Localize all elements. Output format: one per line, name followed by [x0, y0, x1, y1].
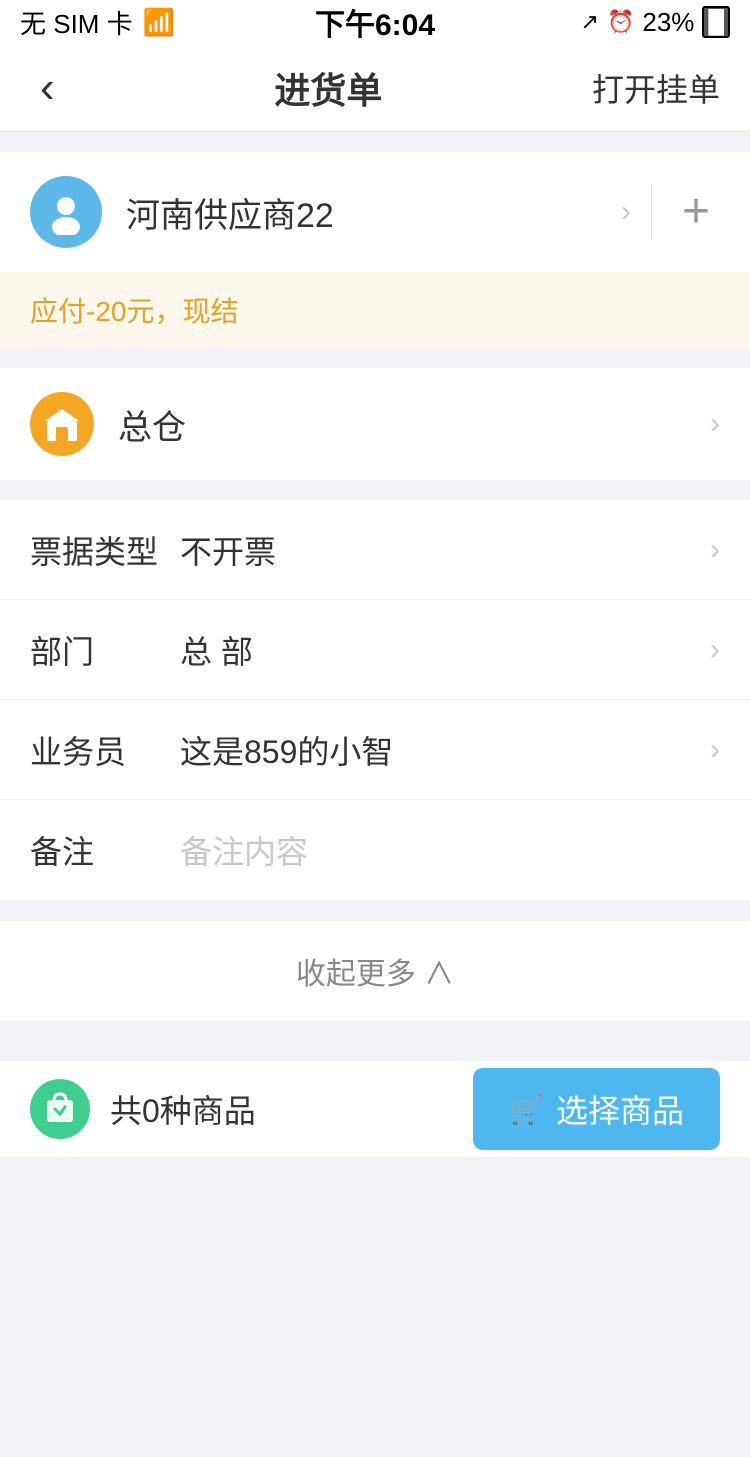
warehouse-row[interactable]: 总仓 › [0, 368, 750, 480]
warehouse-chevron-icon: › [710, 407, 720, 441]
invoice-type-row[interactable]: 票据类型 不开票 › [0, 500, 750, 600]
battery-icon: █ [702, 6, 730, 38]
form-section: 票据类型 不开票 › 部门 总 部 › 业务员 这是859的小智 › 备注 备注… [0, 500, 750, 900]
add-supplier-button[interactable]: + [672, 188, 720, 236]
supplier-section: 河南供应商22 › + 应付-20元，现结 [0, 152, 750, 348]
department-row[interactable]: 部门 总 部 › [0, 600, 750, 700]
remark-row[interactable]: 备注 备注内容 [0, 800, 750, 900]
page-title: 进货单 [274, 62, 382, 114]
salesperson-row[interactable]: 业务员 这是859的小智 › [0, 700, 750, 800]
product-count: 共0种商品 [110, 1086, 473, 1132]
salesperson-chevron-icon: › [710, 733, 720, 767]
remark-value: 备注内容 [170, 827, 720, 873]
select-product-label: 选择商品 [556, 1086, 684, 1132]
nav-bar: ‹ 进货单 打开挂单 [0, 44, 750, 132]
invoice-type-value: 不开票 [170, 527, 700, 573]
supplier-avatar [30, 176, 102, 248]
select-product-button[interactable]: 🛒 选择商品 [473, 1068, 720, 1150]
warehouse-icon [30, 392, 94, 456]
warehouse-name: 总仓 [118, 400, 700, 449]
supplier-chevron-icon: › [621, 195, 631, 229]
department-value: 总 部 [170, 627, 700, 673]
notice-banner: 应付-20元，现结 [0, 272, 750, 348]
department-chevron-icon: › [710, 633, 720, 667]
battery-text: 23% [642, 7, 694, 38]
supplier-row[interactable]: 河南供应商22 › + [0, 152, 750, 272]
salesperson-label: 业务员 [30, 727, 170, 773]
open-pending-button[interactable]: 打开挂单 [592, 65, 720, 111]
gap-3 [0, 1021, 750, 1041]
gps-icon: ↗ [581, 9, 599, 35]
product-icon [30, 1079, 90, 1139]
divider [651, 184, 652, 240]
alarm-icon: ⏰ [607, 9, 634, 35]
background-fill [0, 1157, 750, 1457]
gap-1 [0, 132, 750, 152]
collapse-button[interactable]: 收起更多 ∧ [0, 920, 750, 1021]
bottom-bar: 共0种商品 🛒 选择商品 [0, 1061, 750, 1157]
status-time: 下午6:04 [315, 0, 435, 44]
invoice-type-chevron-icon: › [710, 533, 720, 567]
select-product-icon: 🛒 [509, 1093, 544, 1126]
gap-2 [0, 348, 750, 368]
status-right: ↗ ⏰ 23% █ [581, 6, 730, 38]
wifi-icon: 📶 [143, 7, 175, 38]
back-button[interactable]: ‹ [30, 56, 65, 120]
supplier-name: 河南供应商22 [126, 188, 611, 237]
department-label: 部门 [30, 627, 170, 673]
invoice-type-label: 票据类型 [30, 527, 170, 573]
salesperson-value: 这是859的小智 [170, 727, 700, 773]
remark-label: 备注 [30, 827, 170, 873]
status-bar: 无 SIM 卡 📶 下午6:04 ↗ ⏰ 23% █ [0, 0, 750, 44]
warehouse-section: 总仓 › [0, 368, 750, 480]
status-carrier: 无 SIM 卡 📶 [20, 4, 175, 41]
